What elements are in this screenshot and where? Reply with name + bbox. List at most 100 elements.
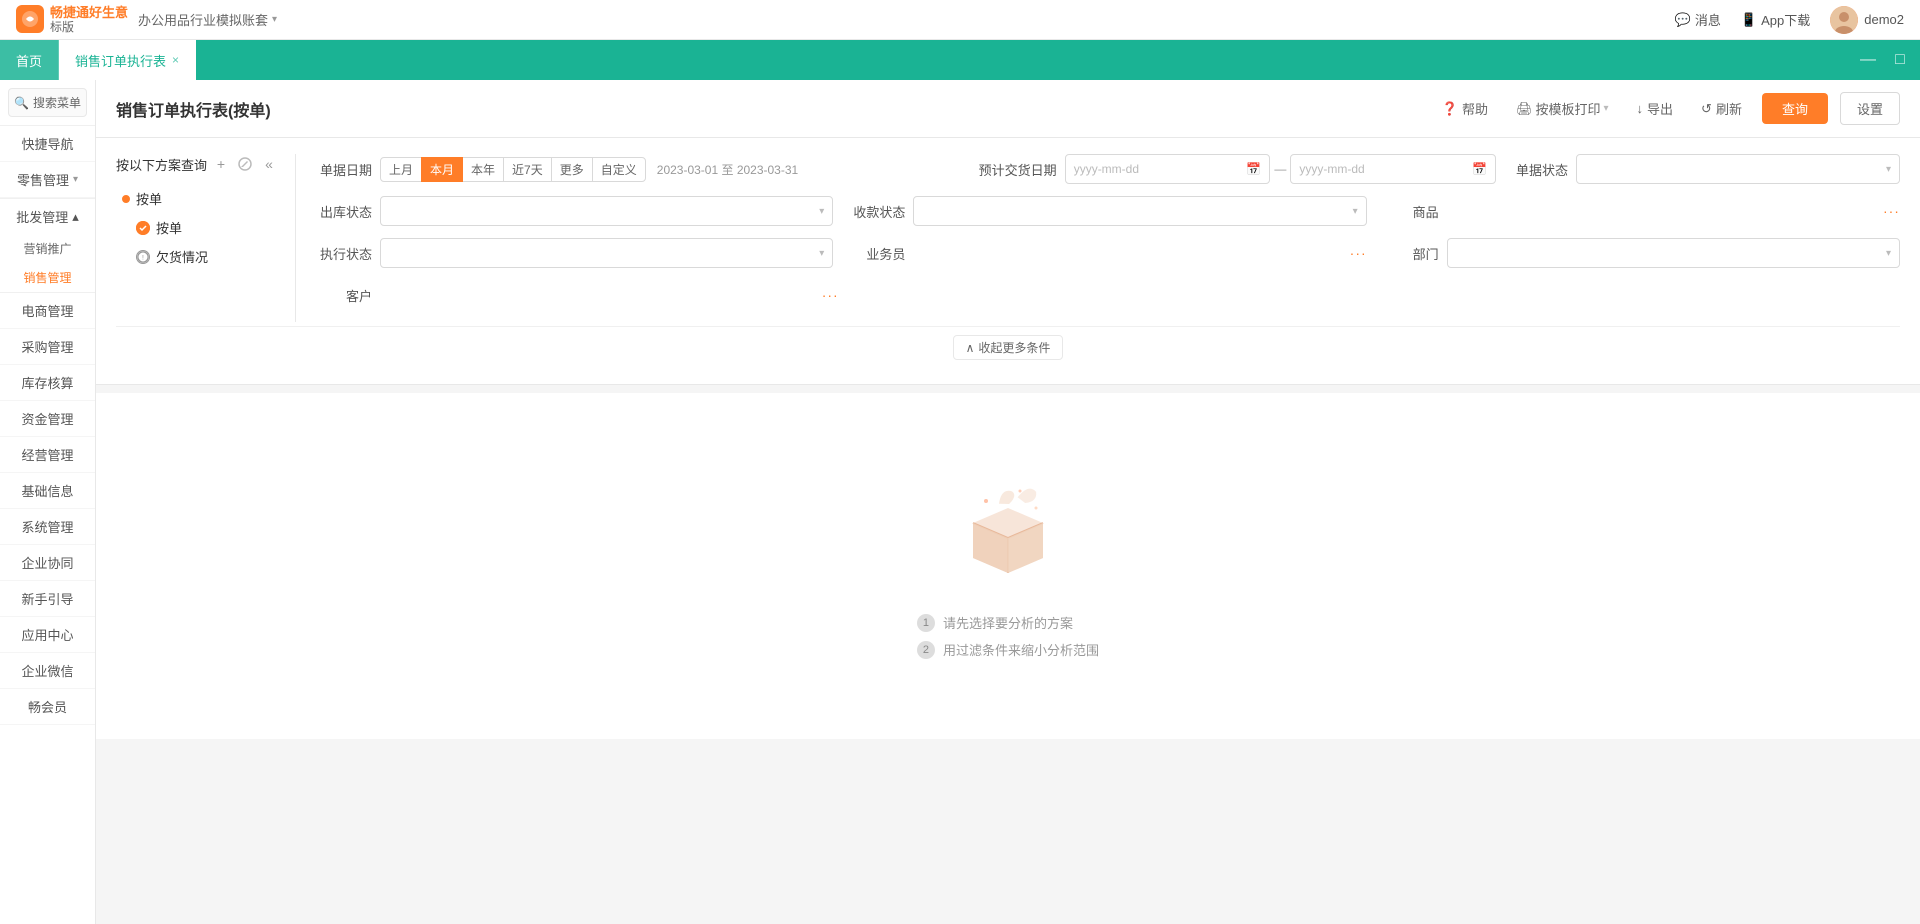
sidebar-item-operations[interactable]: 经营管理 — [0, 437, 95, 473]
salesperson-dots-button[interactable]: ··· — [1350, 245, 1367, 261]
sidebar-item-app-center[interactable]: 应用中心 — [0, 617, 95, 653]
sidebar-item-membership[interactable]: 畅会员 — [0, 689, 95, 725]
calendar-end-icon: 📅 — [1472, 162, 1487, 176]
sidebar-item-enterprise-wechat[interactable]: 企业微信 — [0, 653, 95, 689]
app-download-icon: 📱 — [1741, 12, 1757, 28]
date-btn-last7[interactable]: 近7天 — [503, 157, 552, 182]
empty-tip-1: 1 请先选择要分析的方案 — [917, 613, 1099, 632]
tab-minimize-button[interactable]: — — [1856, 48, 1880, 72]
message-label: 消息 — [1695, 10, 1721, 29]
sidebar-item-sales[interactable]: 销售管理 — [0, 263, 95, 292]
sidebar-item-quick-nav[interactable]: 快捷导航 — [0, 126, 95, 162]
delivery-status-label: 出库状态 — [316, 202, 372, 221]
sidebar-marketing-label: 营销推广 — [23, 242, 71, 256]
order-status-arrow-icon: ▾ — [1886, 164, 1891, 175]
help-button[interactable]: ❓ 帮助 — [1434, 95, 1496, 122]
tab-active[interactable]: 销售订单执行表 × — [59, 40, 196, 80]
sidebar-retail-label: 零售管理 — [17, 170, 69, 189]
scheme-collapse-button[interactable]: « — [259, 154, 279, 174]
sidebar-item-purchase[interactable]: 采购管理 — [0, 329, 95, 365]
scheme-item-1[interactable]: 按单 — [116, 184, 279, 213]
search-menu-label: 搜索菜单 — [33, 94, 81, 111]
sidebar-operations-label: 经营管理 — [21, 445, 73, 464]
sidebar-item-marketing[interactable]: 营销推广 — [0, 234, 95, 263]
scheme-edit-button[interactable] — [235, 154, 255, 174]
tab-home[interactable]: 首页 — [0, 40, 59, 80]
avatar — [1830, 6, 1858, 34]
tab-close-icon[interactable]: × — [172, 53, 179, 67]
dept-label: 部门 — [1383, 244, 1439, 263]
order-status-select[interactable]: ▾ — [1576, 154, 1900, 184]
settings-button[interactable]: 设置 — [1840, 92, 1900, 125]
sidebar-item-inventory[interactable]: 库存核算 — [0, 365, 95, 401]
sidebar-ecommerce-label: 电商管理 — [21, 301, 73, 320]
scheme-sub-item-active-label: 按单 — [156, 218, 182, 237]
sidebar-item-wholesale[interactable]: 批发管理 ▴ — [0, 199, 95, 234]
goods-dots-button[interactable]: ··· — [1883, 203, 1900, 219]
export-button[interactable]: ↓ 导出 — [1629, 95, 1682, 122]
filter-right: 单据日期 上月 本月 本年 近7天 更多 自定义 — [296, 154, 1900, 322]
sidebar-basic-info-label: 基础信息 — [21, 481, 73, 500]
delivery-status-select[interactable]: ▾ — [380, 196, 833, 226]
header-right: 💬 消息 📱 App下载 demo2 — [1675, 6, 1904, 34]
query-button[interactable]: 查询 — [1762, 93, 1828, 124]
payment-status-select[interactable]: ▾ — [913, 196, 1366, 226]
estimated-date-start-text: yyyy-mm-dd — [1074, 162, 1139, 176]
payment-status-arrow-icon: ▾ — [1353, 206, 1358, 217]
date-separator: — — [1274, 162, 1286, 176]
tab-maximize-button[interactable]: □ — [1888, 48, 1912, 72]
message-button[interactable]: 💬 消息 — [1675, 10, 1721, 29]
svg-text:!: ! — [142, 254, 144, 261]
payment-status-label: 收款状态 — [849, 202, 905, 221]
customer-dots-button[interactable]: ··· — [822, 287, 839, 303]
scheme-sub-item-active[interactable]: 按单 — [116, 213, 279, 242]
scheme-sub-item-2[interactable]: ! 欠货情况 — [116, 242, 279, 271]
sidebar-item-finance[interactable]: 资金管理 — [0, 401, 95, 437]
user-avatar-area[interactable]: demo2 — [1830, 6, 1904, 34]
refresh-button[interactable]: ↺ 刷新 — [1693, 95, 1750, 122]
date-btn-last-month[interactable]: 上月 — [380, 157, 422, 182]
sidebar-item-ecommerce[interactable]: 电商管理 — [0, 293, 95, 329]
wholesale-arrow-icon: ▴ — [72, 209, 79, 225]
top-header: 畅捷通好生意 标版 办公用品行业模拟账套 ▾ 💬 消息 📱 App下载 — [0, 0, 1920, 40]
execution-status-arrow-icon: ▾ — [819, 248, 824, 259]
sidebar-item-system[interactable]: 系统管理 — [0, 509, 95, 545]
filter-payment-status: 收款状态 ▾ — [849, 196, 1366, 226]
export-icon: ↓ — [1637, 101, 1644, 116]
app-download-button[interactable]: 📱 App下载 — [1741, 10, 1810, 29]
refresh-icon: ↺ — [1701, 101, 1712, 117]
dept-select[interactable]: ▾ — [1447, 238, 1900, 268]
salesperson-select[interactable] — [913, 238, 1345, 268]
empty-tip-2-text: 用过滤条件来缩小分析范围 — [943, 640, 1099, 659]
collapse-button[interactable]: ∧ 收起更多条件 — [953, 335, 1064, 360]
customer-select[interactable] — [380, 280, 818, 310]
sidebar-item-retail[interactable]: 零售管理 ▾ — [0, 162, 95, 198]
template-print-button[interactable]: 🖨 按模板打印 ▾ — [1508, 95, 1617, 122]
sidebar-item-basic-info[interactable]: 基础信息 — [0, 473, 95, 509]
date-btn-more[interactable]: 更多 — [551, 157, 593, 182]
sidebar-item-enterprise[interactable]: 企业协同 — [0, 545, 95, 581]
filter-row-2: 出库状态 ▾ 收款状态 ▾ — [316, 196, 1900, 226]
calendar-start-icon: 📅 — [1246, 162, 1261, 176]
salesperson-control: ··· — [913, 238, 1366, 268]
execution-status-select[interactable]: ▾ — [380, 238, 833, 268]
estimated-date-start-input[interactable]: yyyy-mm-dd 📅 — [1065, 154, 1271, 184]
sidebar-search-area: 🔍 搜索菜单 — [0, 80, 95, 126]
empty-icon — [948, 473, 1068, 593]
goods-select[interactable] — [1447, 196, 1879, 226]
salesperson-label: 业务员 — [849, 244, 905, 263]
sidebar-section-wholesale: 批发管理 ▴ 营销推广 销售管理 — [0, 199, 95, 293]
search-menu-button[interactable]: 🔍 搜索菜单 — [8, 88, 87, 117]
estimated-date-label: 预计交货日期 — [979, 160, 1057, 179]
sidebar-item-new-user[interactable]: 新手引导 — [0, 581, 95, 617]
logo-icon — [16, 5, 44, 33]
sidebar-membership-label: 畅会员 — [28, 697, 67, 716]
collapse-label: 收起更多条件 — [978, 339, 1050, 356]
scheme-add-button[interactable]: + — [211, 154, 231, 174]
date-btn-this-month[interactable]: 本月 — [421, 157, 463, 182]
date-btn-this-year[interactable]: 本年 — [462, 157, 504, 182]
breadcrumb-dropdown-icon[interactable]: ▾ — [272, 14, 277, 25]
scheme-panel-actions: + « — [211, 154, 279, 174]
estimated-date-end-input[interactable]: yyyy-mm-dd 📅 — [1290, 154, 1496, 184]
date-btn-custom[interactable]: 自定义 — [592, 157, 646, 182]
